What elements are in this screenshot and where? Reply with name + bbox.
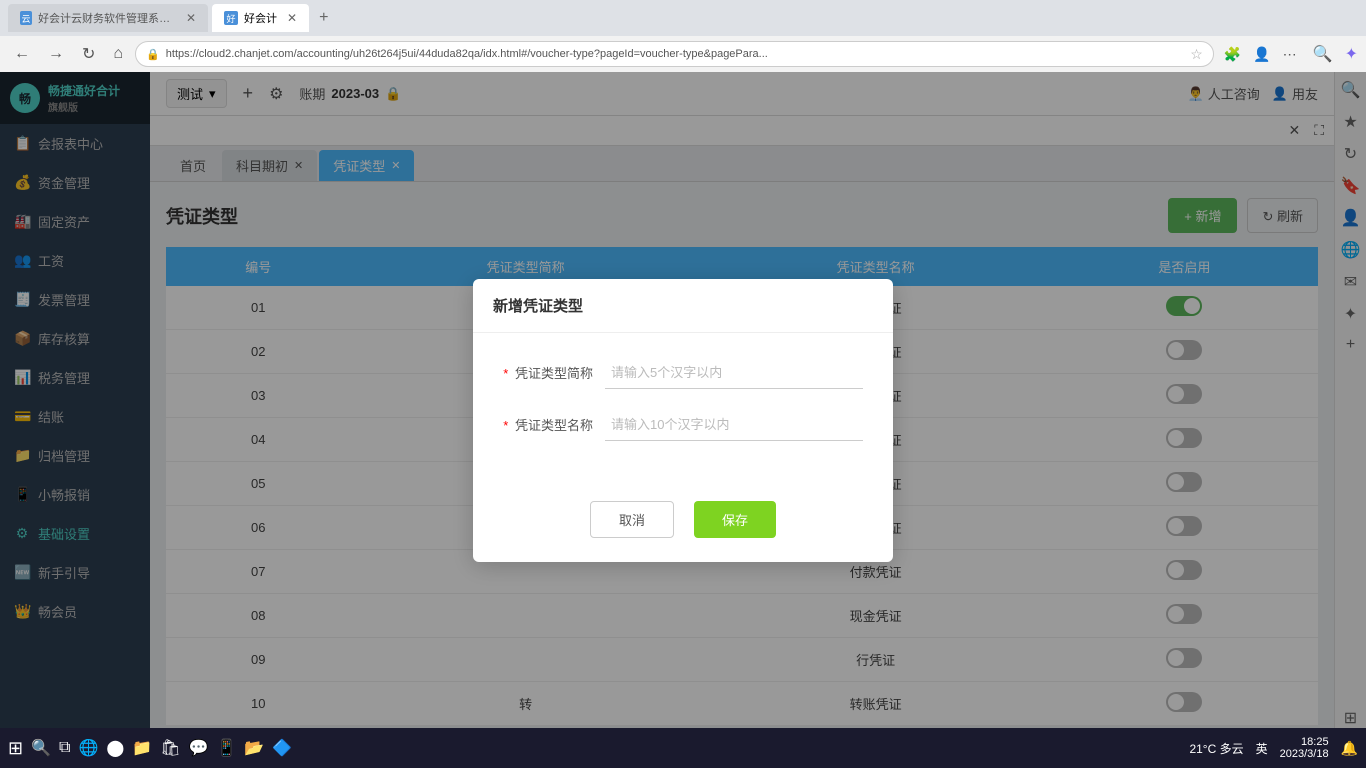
profile-btn[interactable]: 👤 (1249, 42, 1274, 67)
cancel-button[interactable]: 取消 (590, 501, 674, 538)
form-row-abbr: * 凭证类型简称 (503, 357, 863, 389)
taskbar-wechat[interactable]: 💬 (189, 738, 209, 758)
more-btn[interactable]: ⋯ (1279, 42, 1301, 67)
name-input[interactable] (605, 409, 863, 441)
required-name: * (503, 418, 508, 433)
browser-toolbar: ← → ↻ ⌂ 🔒 https://cloud2.chanjet.com/acc… (0, 36, 1366, 72)
taskbar-lang: 英 (1256, 740, 1268, 757)
taskbar-store[interactable]: 🛍 (160, 738, 180, 758)
tab1-favicon: 云 (20, 11, 32, 25)
start-button[interactable]: ⊞ (8, 738, 23, 759)
form-label-name: * 凭证类型名称 (503, 415, 593, 434)
tab1-close[interactable]: ✕ (186, 11, 196, 25)
new-voucher-dialog: 新增凭证类型 * 凭证类型简称 * 凭证类型名称 取消 保存 (473, 279, 893, 562)
taskbar-chrome[interactable]: ⬤ (106, 738, 124, 758)
reload-button[interactable]: ↻ (76, 40, 101, 68)
taskbar-files[interactable]: 📁 (132, 738, 152, 758)
new-tab-button[interactable]: + (313, 9, 334, 27)
taskbar-browser[interactable]: 🌐 (78, 738, 98, 758)
browser-tab-2[interactable]: 好 好会计 ✕ (212, 4, 309, 32)
taskbar-clock: 18:25 2023/3/18 (1280, 736, 1329, 760)
tab2-close[interactable]: ✕ (287, 11, 297, 25)
tab1-title: 好会计云财务软件管理系统_会计 (38, 10, 176, 26)
taskbar-right: 21°C 多云 英 18:25 2023/3/18 🔔 (1189, 736, 1358, 760)
dialog-header: 新增凭证类型 (473, 279, 893, 333)
dialog-title: 新增凭证类型 (493, 295, 583, 316)
taskbar-time: 18:25 (1280, 736, 1329, 748)
notification-icon[interactable]: 🔔 (1341, 740, 1358, 757)
back-button[interactable]: ← (8, 41, 36, 67)
address-text: https://cloud2.chanjet.com/accounting/uh… (166, 48, 1184, 60)
abbr-input[interactable] (605, 357, 863, 389)
taskbar-weather: 21°C 多云 (1189, 740, 1243, 757)
browser-tab-1[interactable]: 云 好会计云财务软件管理系统_会计 ✕ (8, 4, 208, 32)
dialog-overlay: 新增凭证类型 * 凭证类型简称 * 凭证类型名称 取消 保存 (0, 72, 1366, 768)
taskview-button[interactable]: ⧉ (59, 739, 70, 757)
required-abbr: * (503, 366, 508, 381)
dialog-body: * 凭证类型简称 * 凭证类型名称 (473, 333, 893, 485)
save-button[interactable]: 保存 (694, 501, 776, 538)
extensions-btn[interactable]: 🧩 (1220, 42, 1245, 67)
lock-icon: 🔒 (146, 48, 160, 61)
star-icon[interactable]: ☆ (1190, 46, 1203, 63)
sparkle-icon[interactable]: ✦ (1345, 44, 1358, 64)
home-button[interactable]: ⌂ (107, 41, 129, 67)
browser-toolbar-icons: 🧩 👤 ⋯ (1220, 42, 1301, 67)
forward-button[interactable]: → (42, 41, 70, 67)
search-taskbar-button[interactable]: 🔍 (31, 738, 51, 758)
dialog-footer: 取消 保存 (473, 485, 893, 562)
address-bar[interactable]: 🔒 https://cloud2.chanjet.com/accounting/… (135, 41, 1214, 67)
form-label-abbr: * 凭证类型简称 (503, 363, 593, 382)
browser-tab-bar: 云 好会计云财务软件管理系统_会计 ✕ 好 好会计 ✕ + (0, 0, 1366, 36)
browser-search-icon[interactable]: 🔍 (1307, 44, 1339, 64)
tab2-favicon: 好 (224, 11, 238, 25)
taskbar-folder[interactable]: 📂 (244, 738, 264, 758)
taskbar-app1[interactable]: 📱 (216, 738, 236, 758)
taskbar: ⊞ 🔍 ⧉ 🌐 ⬤ 📁 🛍 💬 📱 📂 🔷 21°C 多云 英 18:25 20… (0, 728, 1366, 768)
tab2-title: 好会计 (244, 10, 277, 26)
taskbar-edge[interactable]: 🔷 (272, 738, 292, 758)
form-row-name: * 凭证类型名称 (503, 409, 863, 441)
taskbar-date: 2023/3/18 (1280, 748, 1329, 760)
